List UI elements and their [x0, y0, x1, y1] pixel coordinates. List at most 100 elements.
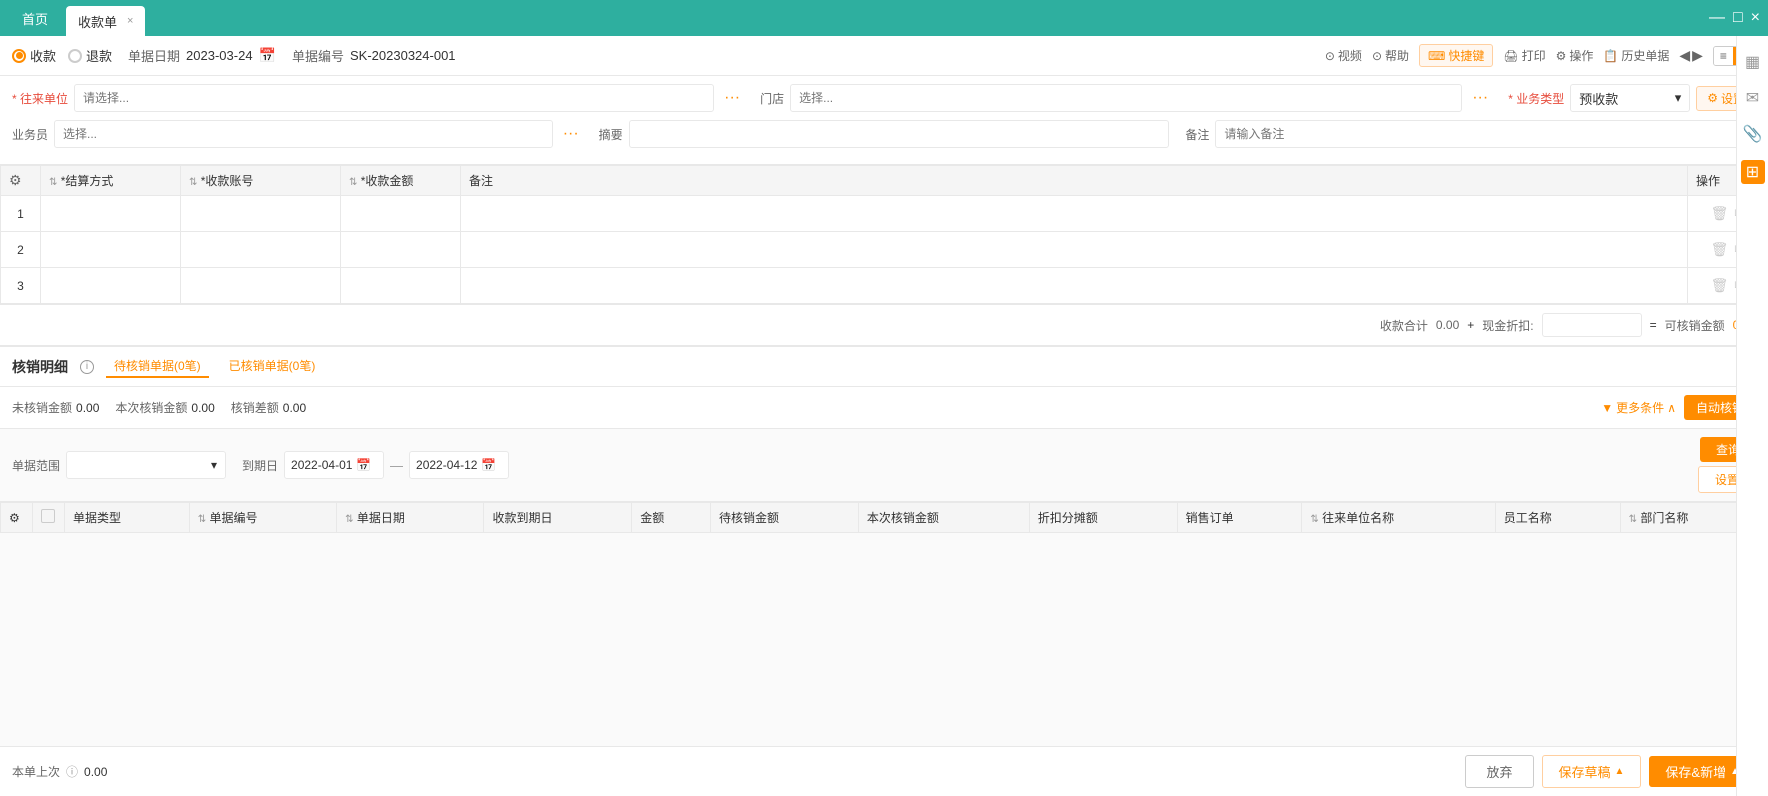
- print-label: 打印: [1522, 47, 1546, 64]
- summary-field: 摘要: [599, 120, 1170, 148]
- tab-active-label: 收款单: [78, 12, 117, 31]
- row-settle-1[interactable]: [41, 196, 181, 232]
- operations-btn[interactable]: ⚙ 操作: [1556, 47, 1594, 64]
- footer-actions: 放弃 保存草稿 ▲ 保存&新增 ▲: [1465, 755, 1756, 788]
- tab-home[interactable]: 首页: [8, 0, 62, 36]
- sidebar-mail-icon[interactable]: ✉: [1746, 88, 1759, 108]
- row-account-1[interactable]: [181, 196, 341, 232]
- col-account-header: ⇅ *收款账号: [181, 166, 341, 196]
- verif-info-icon[interactable]: i: [80, 360, 94, 374]
- save-draft-btn[interactable]: 保存草稿 ▲: [1542, 755, 1642, 788]
- store-input[interactable]: [790, 84, 1462, 112]
- row-note-2[interactable]: [461, 232, 1688, 268]
- radio-refund-label: 退款: [86, 46, 112, 65]
- stats-row: 未核销金额 0.00 本次核销金额 0.00 核销差额 0.00 ▼ 更多条件 …: [0, 387, 1768, 429]
- delete-icon-1[interactable]: 🗑: [1711, 205, 1729, 222]
- video-btn[interactable]: ⊙ 视频: [1325, 47, 1362, 64]
- radio-refund[interactable]: 退款: [68, 46, 112, 65]
- table-gear-icon[interactable]: ⚙: [9, 172, 22, 188]
- row-amount-3[interactable]: [341, 268, 461, 304]
- date-calendar-icon[interactable]: 📅: [259, 47, 276, 64]
- col-pending-label: 待核销金额: [719, 511, 779, 525]
- bottom-gear-icon[interactable]: ⚙: [9, 511, 20, 525]
- delete-icon-2[interactable]: 🗑: [1711, 241, 1729, 258]
- print-btn[interactable]: 🖨 打印: [1503, 47, 1545, 64]
- staff-more-btn[interactable]: ···: [559, 125, 583, 143]
- shortcut-btn[interactable]: ⌨ 快捷键: [1419, 44, 1493, 67]
- history-btn[interactable]: 📋 历史单据: [1603, 47, 1669, 64]
- row-settle-2[interactable]: [41, 232, 181, 268]
- nav-arrows: ◀ ▶: [1679, 47, 1703, 64]
- minimize-btn[interactable]: —: [1709, 9, 1725, 27]
- col-settle-label: *结算方式: [61, 174, 114, 188]
- range-select[interactable]: ▾: [66, 451, 226, 479]
- save-new-label: 保存&新增: [1665, 762, 1726, 781]
- store-more-btn[interactable]: ···: [1468, 89, 1492, 107]
- row-account-2[interactable]: [181, 232, 341, 268]
- row-note-1[interactable]: [461, 196, 1688, 232]
- biz-type-select[interactable]: 预收款 ▾: [1570, 84, 1690, 112]
- date-separator: —: [390, 458, 403, 473]
- tab-active[interactable]: 收款单 ×: [66, 6, 145, 36]
- radio-receive[interactable]: 收款: [12, 46, 56, 65]
- row-seq-3: 3: [1, 268, 41, 304]
- delete-icon-3[interactable]: 🗑: [1711, 277, 1729, 294]
- col-discount-bottom: 折扣分摊额: [1029, 503, 1177, 533]
- col-sales-order-label: 销售订单: [1186, 511, 1234, 525]
- cal-from-icon[interactable]: 📅: [356, 458, 371, 472]
- tab-close-btn[interactable]: ×: [127, 15, 133, 27]
- date-from-input[interactable]: 2022-04-01 📅: [284, 451, 384, 479]
- more-filter-btn[interactable]: ▼ 更多条件 ∧: [1601, 399, 1676, 416]
- date-field: 单据日期 2023-03-24 📅: [128, 46, 276, 65]
- footer-value: 0.00: [84, 765, 107, 779]
- view-list-btn[interactable]: ≡: [1714, 47, 1733, 65]
- sort-dept-name[interactable]: ⇅: [1629, 514, 1637, 525]
- row-settle-3[interactable]: [41, 268, 181, 304]
- info-icon-footer[interactable]: ⓘ: [66, 763, 78, 780]
- biz-field: * 业务类型 预收款 ▾ ⚙ 设置: [1508, 84, 1756, 112]
- radio-circle-receive: [12, 49, 26, 63]
- col-settle-header: ⇅ *结算方式: [41, 166, 181, 196]
- verif-title: 核销明细: [12, 357, 68, 377]
- verif-tab-done[interactable]: 已核销单据(0笔): [221, 355, 324, 378]
- sidebar-table-icon[interactable]: ▦: [1745, 52, 1760, 72]
- row-account-3[interactable]: [181, 268, 341, 304]
- check-all-box[interactable]: [41, 509, 55, 523]
- date-to-input[interactable]: 2022-04-12 📅: [409, 451, 509, 479]
- sort-partner-name[interactable]: ⇅: [1310, 514, 1318, 525]
- history-icon: 📋: [1603, 49, 1618, 63]
- row-amount-2[interactable]: [341, 232, 461, 268]
- maximize-btn[interactable]: □: [1733, 9, 1743, 27]
- row-note-3[interactable]: [461, 268, 1688, 304]
- help-btn[interactable]: ⊙ 帮助: [1372, 47, 1409, 64]
- discard-btn[interactable]: 放弃: [1465, 755, 1533, 788]
- biz-type-arrow: ▾: [1675, 90, 1682, 106]
- col-doc-number-label: 单据编号: [210, 511, 258, 525]
- sort-settle-icon[interactable]: ⇅: [49, 177, 57, 188]
- sort-doc-date[interactable]: ⇅: [345, 514, 353, 525]
- nav-prev[interactable]: ◀: [1679, 47, 1690, 64]
- filter-row: 单据范围 ▾ 到期日 2022-04-01 📅 — 2022-04-12 📅: [0, 429, 1768, 502]
- row-amount-1[interactable]: [341, 196, 461, 232]
- sort-doc-number[interactable]: ⇅: [198, 514, 206, 525]
- unclaimed-label: 未核销金额: [12, 399, 72, 416]
- sidebar-expand-icon[interactable]: ⊞: [1741, 160, 1765, 184]
- cal-to-icon[interactable]: 📅: [481, 458, 496, 472]
- remark-input[interactable]: [1215, 120, 1756, 148]
- sort-account-icon[interactable]: ⇅: [189, 177, 197, 188]
- close-btn[interactable]: ×: [1751, 9, 1760, 27]
- col-doc-date: ⇅ 单据日期: [337, 503, 484, 533]
- nav-next[interactable]: ▶: [1692, 47, 1703, 64]
- discount-input[interactable]: [1542, 313, 1642, 337]
- verif-tab-pending[interactable]: 待核销单据(0笔): [106, 355, 209, 378]
- range-field: 单据范围 ▾: [12, 451, 226, 479]
- draft-arrow-icon: ▲: [1615, 766, 1625, 777]
- summary-input[interactable]: [629, 120, 1170, 148]
- partner-more-btn[interactable]: ···: [720, 89, 744, 107]
- sort-amount-icon[interactable]: ⇅: [349, 177, 357, 188]
- staff-input[interactable]: [54, 120, 553, 148]
- sidebar-attachment-icon[interactable]: 📎: [1743, 124, 1763, 144]
- partner-field: * 往来单位 ···: [12, 84, 744, 112]
- partner-input[interactable]: [74, 84, 714, 112]
- print-icon: 🖨: [1503, 49, 1518, 63]
